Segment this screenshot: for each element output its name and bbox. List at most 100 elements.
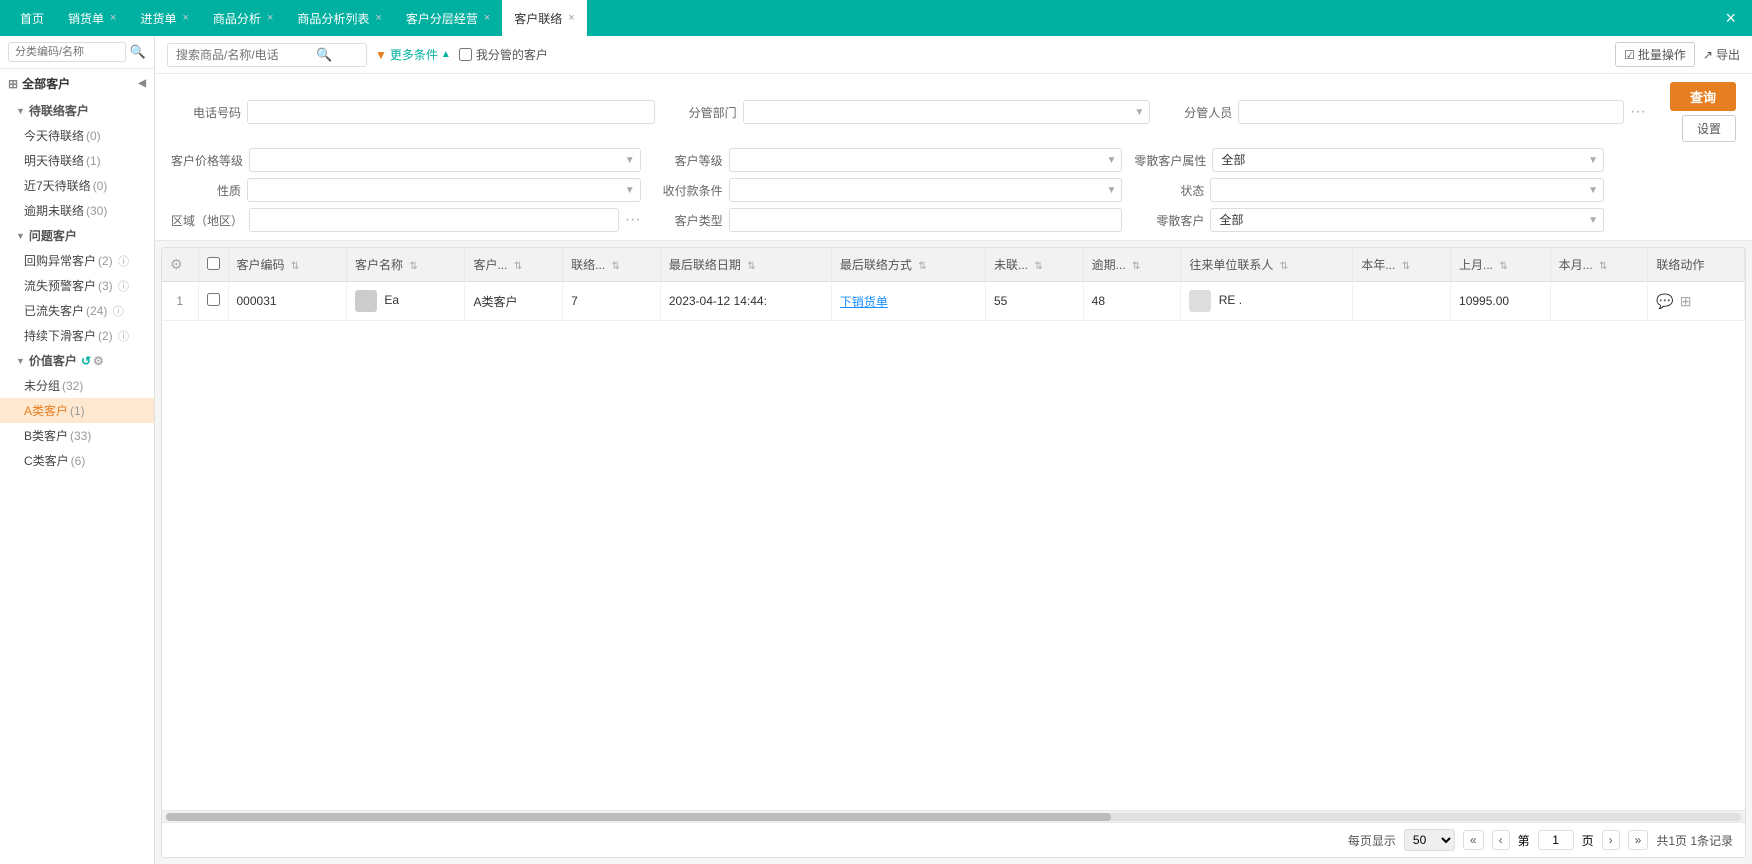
filter-search-icon[interactable]: 🔍 bbox=[316, 47, 332, 63]
filter-price-level-select[interactable] bbox=[249, 148, 641, 172]
sidebar-group-value[interactable]: ▼ 价值客户 ↺ ⚙ bbox=[0, 348, 154, 373]
filter-status-select[interactable] bbox=[1210, 178, 1604, 202]
sidebar-search-icon[interactable]: 🔍 bbox=[130, 44, 146, 60]
nav-customer-segment[interactable]: 客户分层经营 × bbox=[394, 0, 502, 36]
sort-icon-this-month[interactable]: ⇅ bbox=[1599, 261, 1607, 272]
sidebar-item-class-c[interactable]: C类客户(6) bbox=[0, 448, 154, 473]
sidebar-group-problem[interactable]: ▼ 问题客户 bbox=[0, 223, 154, 248]
filter-phone-input[interactable] bbox=[247, 100, 655, 124]
nav-product-analysis[interactable]: 商品分析 × bbox=[201, 0, 285, 36]
close-all-tabs[interactable]: × bbox=[1717, 8, 1744, 29]
last-contact-method-link[interactable]: 下销货单 bbox=[840, 295, 888, 309]
nav-sales[interactable]: 销货单 × bbox=[56, 0, 128, 36]
nav-customer-contact[interactable]: 客户联络 × bbox=[502, 0, 586, 36]
select-all-checkbox[interactable] bbox=[207, 257, 220, 270]
sidebar-all-customers[interactable]: ⊞ 全部客户 ◀ bbox=[0, 69, 154, 98]
filter-payment-select[interactable] bbox=[729, 178, 1123, 202]
filter-retail-attr-select[interactable]: 全部 bbox=[1212, 148, 1604, 172]
sidebar-item-declining[interactable]: 持续下滑客户(2) ⓘ bbox=[0, 323, 154, 348]
sidebar-item-7days-pending[interactable]: 近7天待联络(0) bbox=[0, 173, 154, 198]
info-icon-4[interactable]: ⓘ bbox=[118, 331, 129, 343]
sidebar-search-input[interactable] bbox=[8, 42, 126, 62]
sidebar-item-class-a[interactable]: A类客户(1) bbox=[0, 398, 154, 423]
sidebar-item-overdue[interactable]: 逾期未联络(30) bbox=[0, 198, 154, 223]
th-this-month: 本月... ⇅ bbox=[1550, 248, 1648, 282]
sidebar-item-today-pending[interactable]: 今天待联络(0) bbox=[0, 123, 154, 148]
th-unit-contact: 往来单位联系人 ⇅ bbox=[1181, 248, 1353, 282]
sort-icon-overdue[interactable]: ⇅ bbox=[1132, 261, 1140, 272]
filter-region-input[interactable] bbox=[249, 208, 619, 232]
per-page-select[interactable]: 50 100 200 bbox=[1404, 829, 1455, 851]
filter-search-input[interactable] bbox=[176, 48, 316, 62]
action-qr-icon[interactable]: ⊞ bbox=[1680, 293, 1692, 310]
filter-more-conditions[interactable]: ▼ 更多条件 ▲ bbox=[375, 46, 451, 63]
sidebar-item-ungrouped[interactable]: 未分组(32) bbox=[0, 373, 154, 398]
nav-purchase[interactable]: 进货单 × bbox=[128, 0, 200, 36]
sidebar-collapse-icon[interactable]: ◀ bbox=[138, 78, 146, 89]
sort-icon-code[interactable]: ⇅ bbox=[291, 261, 299, 272]
filter-customer-level-select[interactable] bbox=[729, 148, 1123, 172]
horizontal-scrollbar[interactable] bbox=[162, 810, 1745, 822]
sort-icon-this-year[interactable]: ⇅ bbox=[1402, 261, 1410, 272]
sort-icon-contact[interactable]: ⇅ bbox=[612, 261, 620, 272]
advanced-filter-panel: 电话号码 分管部门 ▼ 分管人员 ··· 查询 设置 bbox=[155, 74, 1752, 241]
sort-icon-method[interactable]: ⇅ bbox=[918, 261, 926, 272]
row-checkbox[interactable] bbox=[207, 293, 220, 306]
my-customers-filter[interactable]: 我分管的客户 bbox=[459, 46, 548, 63]
last-page-button[interactable]: » bbox=[1628, 830, 1649, 850]
settings-button[interactable]: 设置 bbox=[1682, 115, 1736, 142]
first-page-button[interactable]: « bbox=[1463, 830, 1484, 850]
filter-nature-label: 性质 bbox=[171, 182, 241, 199]
scrollbar-thumb[interactable] bbox=[166, 813, 1111, 821]
nav-home[interactable]: 首页 bbox=[8, 0, 56, 36]
refresh-icon[interactable]: ↺ bbox=[81, 354, 91, 368]
filter-retail-customer-select[interactable]: 全部 bbox=[1210, 208, 1604, 232]
sidebar-item-class-b[interactable]: B类客户(33) bbox=[0, 423, 154, 448]
nav-product-analysis-list[interactable]: 商品分析列表 × bbox=[285, 0, 393, 36]
info-icon-2[interactable]: ⓘ bbox=[118, 281, 129, 293]
sort-icon-unit-contact[interactable]: ⇅ bbox=[1280, 261, 1288, 272]
my-customers-checkbox[interactable] bbox=[459, 48, 472, 61]
table-scroll-area[interactable]: ⚙ 客户编码 ⇅ 客户名称 ⇅ bbox=[162, 248, 1745, 810]
th-code: 客户编码 ⇅ bbox=[228, 248, 346, 282]
sort-icon-type[interactable]: ⇅ bbox=[514, 261, 522, 272]
nav-purchase-close[interactable]: × bbox=[182, 12, 188, 24]
sidebar-item-loss-warning[interactable]: 流失预警客户(3) ⓘ bbox=[0, 273, 154, 298]
sort-icon-name[interactable]: ⇅ bbox=[409, 261, 417, 272]
sort-icon-date[interactable]: ⇅ bbox=[747, 261, 755, 272]
filter-nature-select[interactable] bbox=[247, 178, 641, 202]
filter-icon: ▼ bbox=[375, 48, 387, 62]
sidebar-item-lost-customers[interactable]: 已流失客户(24) ⓘ bbox=[0, 298, 154, 323]
filter-customer-type-input[interactable] bbox=[729, 208, 1123, 232]
region-dots-icon[interactable]: ··· bbox=[625, 211, 641, 229]
export-button[interactable]: ↗ 导出 bbox=[1703, 46, 1740, 63]
nav-product-analysis-list-close[interactable]: × bbox=[375, 12, 381, 24]
table-settings-icon[interactable]: ⚙ bbox=[170, 256, 183, 272]
filter-dept-select[interactable] bbox=[743, 100, 1151, 124]
next-page-button[interactable]: › bbox=[1602, 830, 1620, 850]
th-settings: ⚙ bbox=[162, 248, 198, 282]
sort-icon-not-contacted[interactable]: ⇅ bbox=[1034, 261, 1042, 272]
sidebar-item-tomorrow-pending[interactable]: 明天待联络(1) bbox=[0, 148, 154, 173]
td-last-contact-method: 下销货单 bbox=[831, 282, 985, 321]
page-number-input[interactable] bbox=[1538, 830, 1574, 850]
nav-sales-close[interactable]: × bbox=[110, 12, 116, 24]
dots-icon[interactable]: ··· bbox=[1630, 103, 1646, 121]
sidebar-group-pending[interactable]: ▼ 待联络客户 bbox=[0, 98, 154, 123]
settings-icon[interactable]: ⚙ bbox=[93, 354, 104, 368]
triangle-down-icon-2: ▼ bbox=[16, 231, 25, 241]
sidebar-item-abnormal-repurchase[interactable]: 回购异常客户(2) ⓘ bbox=[0, 248, 154, 273]
nav-customer-segment-close[interactable]: × bbox=[484, 12, 490, 24]
nav-product-analysis-close[interactable]: × bbox=[267, 12, 273, 24]
td-unit-contact: RE . bbox=[1181, 282, 1353, 321]
nav-customer-contact-close[interactable]: × bbox=[568, 12, 574, 24]
batch-ops-button[interactable]: ☑ 批量操作 bbox=[1615, 42, 1695, 67]
query-button[interactable]: 查询 bbox=[1670, 82, 1736, 111]
info-icon-3[interactable]: ⓘ bbox=[113, 306, 124, 318]
filter-manager-input[interactable] bbox=[1238, 100, 1624, 124]
filter-nature: 性质 ▼ bbox=[171, 178, 641, 202]
sort-icon-last-month[interactable]: ⇅ bbox=[1499, 261, 1507, 272]
action-chat-icon[interactable]: 💬 bbox=[1656, 293, 1673, 310]
prev-page-button[interactable]: ‹ bbox=[1492, 830, 1510, 850]
info-icon-1[interactable]: ⓘ bbox=[118, 256, 129, 268]
